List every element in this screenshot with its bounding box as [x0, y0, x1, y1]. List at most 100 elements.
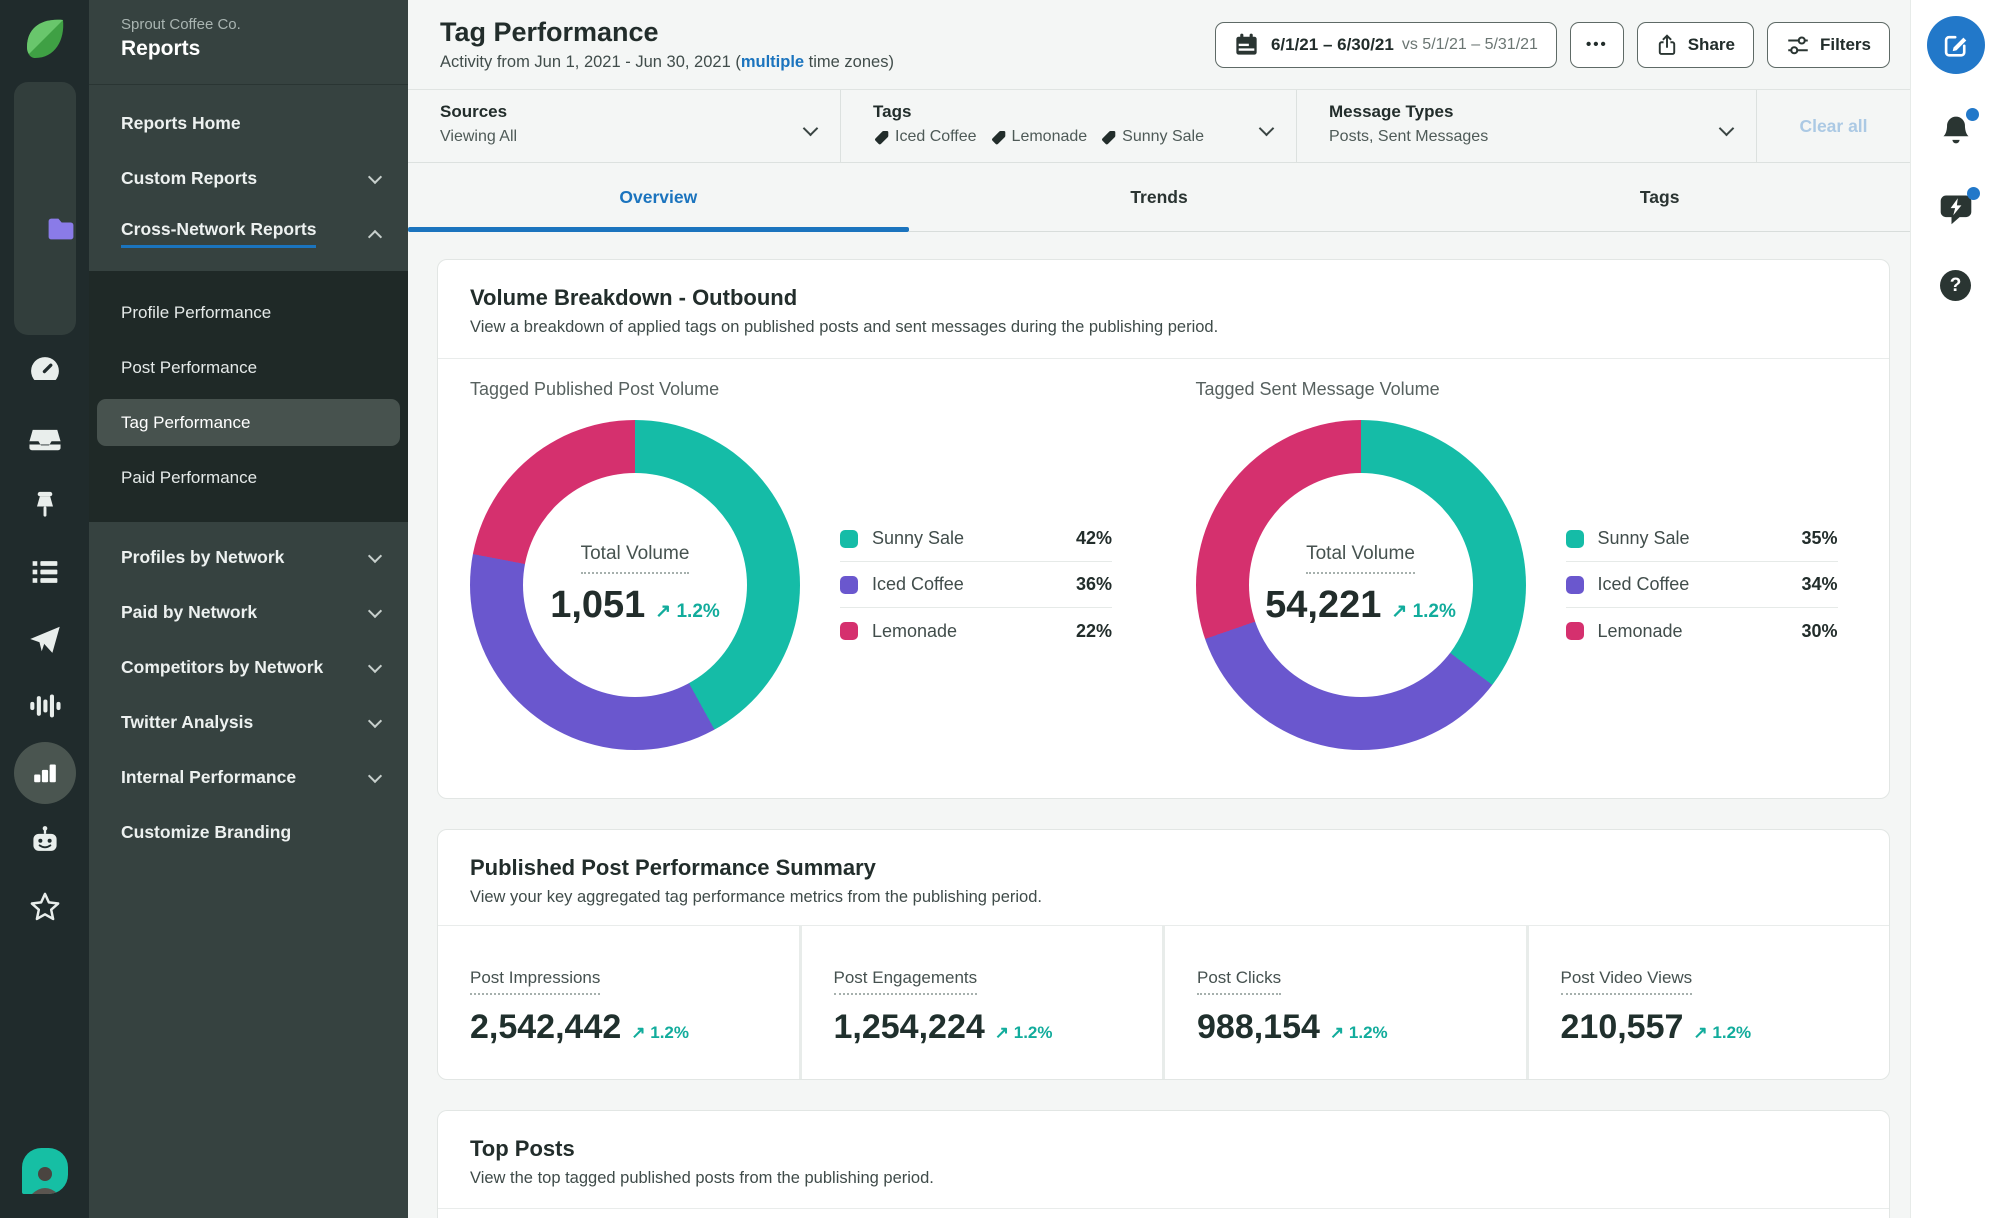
published-post-donut-chart[interactable]: Total Volume 1,051 ↗ 1.2%	[470, 420, 800, 750]
report-content: Volume Breakdown - Outbound View a break…	[408, 232, 1910, 1218]
legend-label: Sunny Sale	[1597, 528, 1690, 548]
more-options-button[interactable]: •••	[1569, 21, 1624, 68]
date-range-button[interactable]: 6/1/21 – 6/30/21 vs 5/1/21 – 5/31/21	[1214, 21, 1557, 68]
sidebar-item-twitter-analysis[interactable]: Twitter Analysis	[89, 695, 408, 750]
metric-value: 2,542,442	[470, 1008, 622, 1046]
donut-center: Total Volume 1,051 ↗ 1.2%	[523, 473, 747, 697]
reports-nav-active[interactable]	[13, 741, 76, 804]
compose-button[interactable]	[1926, 16, 1985, 74]
sidebar-item-label: Customize Branding	[121, 822, 292, 842]
legend-label: Iced Coffee	[872, 574, 964, 594]
paper-plane-icon	[29, 626, 60, 653]
subtitle-text: Activity from Jun 1, 2021 - Jun 30, 2021…	[440, 53, 741, 71]
sent-message-donut-chart[interactable]: Total Volume 54,221 ↗ 1.2%	[1195, 420, 1526, 750]
reports-folder-nav[interactable]	[13, 82, 76, 335]
subtitle-text: time zones)	[804, 53, 894, 71]
metric-label: Post Impressions	[470, 968, 601, 995]
top-posts-description: View the top tagged published posts from…	[470, 1169, 934, 1187]
up-arrow-icon: ↗	[655, 601, 672, 622]
change-value: 1.2%	[1013, 1023, 1053, 1042]
notifications-button[interactable]	[1939, 108, 1979, 153]
sidebar-item-label: Twitter Analysis	[121, 712, 254, 732]
metric-post-engagements[interactable]: Post Engagements 1,254,224 ↗ 1.2%	[798, 926, 1163, 1079]
reports-sidebar: Sprout Coffee Co. Reports Reports Home C…	[89, 0, 408, 1218]
sidebar-item-label: Cross-Network Reports	[121, 219, 317, 248]
legend-swatch-lemonade	[1565, 622, 1584, 640]
help-button[interactable]: ?	[1940, 270, 1971, 301]
sidebar-item-paid-by-network[interactable]: Paid by Network	[89, 585, 408, 640]
sidebar-nav-top: Reports Home Custom Reports Cross-Networ…	[89, 85, 408, 271]
filters-button[interactable]: Filters	[1766, 21, 1890, 68]
waveform-icon	[29, 694, 61, 717]
listening-nav[interactable]	[14, 675, 76, 737]
pinned-nav[interactable]	[14, 474, 76, 536]
message-types-value: Posts, Sent Messages	[1329, 128, 1489, 145]
sidebar-item-reports-home[interactable]: Reports Home	[89, 96, 408, 151]
messages-button[interactable]	[1938, 187, 1980, 232]
legend-row: Iced Coffee 36%	[840, 562, 1112, 608]
sidebar-item-competitors-by-network[interactable]: Competitors by Network	[89, 640, 408, 695]
tasks-list-nav[interactable]	[14, 541, 76, 603]
inbox-nav[interactable]	[14, 407, 76, 469]
metric-post-video-views[interactable]: Post Video Views 210,557 ↗ 1.2%	[1525, 926, 1890, 1079]
tab-overview[interactable]: Overview	[408, 163, 909, 232]
legend-percent: 36%	[1075, 574, 1112, 594]
change-indicator: ↗ 1.2%	[995, 1023, 1053, 1043]
sidebar-item-post-performance[interactable]: Post Performance	[89, 340, 408, 395]
message-types-filter[interactable]: Message Types Posts, Sent Messages	[1297, 90, 1757, 162]
tab-tags[interactable]: Tags	[1409, 163, 1910, 232]
share-button[interactable]: Share	[1636, 21, 1754, 68]
chevron-down-icon	[1258, 120, 1275, 136]
chevron-down-icon	[1718, 120, 1735, 136]
sidebar-item-custom-reports[interactable]: Custom Reports	[89, 151, 408, 206]
help-icon: ?	[1940, 270, 1971, 301]
sprout-logo-icon[interactable]	[20, 14, 70, 64]
published-post-volume-chart: Tagged Published Post Volume Total Volum…	[438, 379, 1164, 798]
sidebar-item-profiles-by-network[interactable]: Profiles by Network	[89, 530, 408, 585]
sources-label: Sources	[440, 102, 508, 121]
legend-row: Sunny Sale 42%	[840, 516, 1112, 562]
tab-trends[interactable]: Trends	[908, 163, 1410, 232]
sidebar-item-profile-performance[interactable]: Profile Performance	[89, 285, 408, 340]
gauge-icon	[29, 356, 60, 387]
sidebar-item-paid-performance[interactable]: Paid Performance	[89, 450, 408, 505]
calendar-icon	[1236, 33, 1257, 55]
share-label: Share	[1687, 34, 1735, 54]
legend-row: Iced Coffee 34%	[1565, 562, 1838, 608]
pin-icon	[36, 491, 53, 517]
legend-swatch-iced-coffee	[1565, 575, 1584, 594]
metric-post-impressions[interactable]: Post Impressions 2,542,442 ↗ 1.2%	[438, 926, 799, 1079]
dashboard-nav[interactable]	[14, 340, 76, 402]
change-indicator: ↗ 1.2%	[1330, 1023, 1388, 1043]
metric-label: Post Clicks	[1197, 968, 1282, 995]
change-value: 1.2%	[650, 1023, 689, 1042]
user-avatar[interactable]	[21, 1148, 68, 1194]
favorites-nav[interactable]	[14, 876, 76, 938]
sidebar-item-label: Reports Home	[121, 113, 241, 133]
clear-all-button[interactable]: Clear all	[1757, 90, 1910, 162]
sidebar-item-cross-network-reports[interactable]: Cross-Network Reports	[89, 206, 408, 261]
tag-chip: Sunny Sale	[1100, 128, 1204, 146]
volume-card-description: View a breakdown of applied tags on publ…	[470, 318, 1219, 336]
tags-label: Tags	[873, 102, 912, 121]
metric-post-clicks[interactable]: Post Clicks 988,154 ↗ 1.2%	[1162, 926, 1526, 1079]
multiple-timezones-link[interactable]: multiple	[741, 53, 804, 71]
sources-filter[interactable]: Sources Viewing All	[408, 90, 841, 162]
change-value: 1.2%	[676, 601, 720, 622]
sidebar-item-internal-performance[interactable]: Internal Performance	[89, 750, 408, 805]
chevron-down-icon	[367, 548, 383, 563]
automation-nav[interactable]	[14, 809, 76, 871]
tags-filter[interactable]: Tags Iced Coffee Lemonade Sunny Sale	[841, 90, 1297, 162]
sidebar-header: Sprout Coffee Co. Reports	[89, 0, 408, 85]
sidebar-item-tag-performance-selected[interactable]: Tag Performance	[97, 399, 400, 446]
filters-sliders-icon	[1788, 35, 1808, 54]
change-value: 1.2%	[1712, 1023, 1752, 1042]
chevron-down-icon	[367, 713, 383, 728]
chevron-up-icon	[367, 229, 383, 244]
publishing-nav[interactable]	[14, 608, 76, 670]
up-arrow-icon: ↗	[1693, 1023, 1708, 1042]
sidebar-item-label: Post Performance	[121, 357, 258, 377]
up-arrow-icon: ↗	[1329, 1023, 1345, 1042]
sidebar-item-customize-branding[interactable]: Customize Branding	[89, 805, 408, 860]
up-arrow-icon: ↗	[994, 1023, 1010, 1042]
